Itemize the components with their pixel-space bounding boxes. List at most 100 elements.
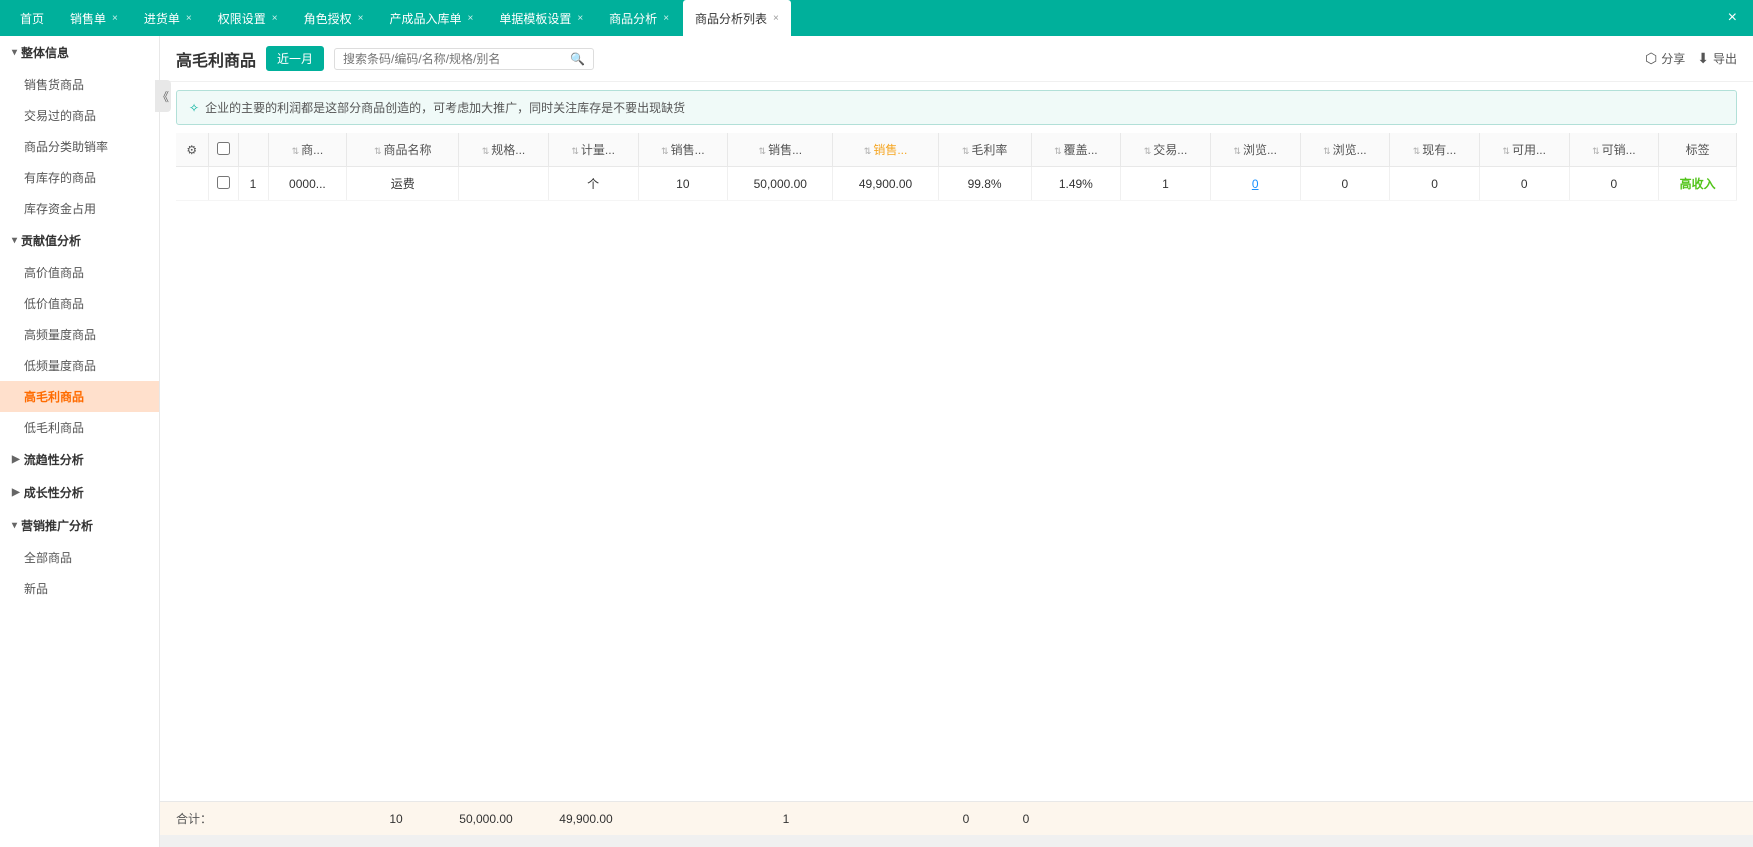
footer-browse1	[816, 812, 876, 826]
top-nav: 首页 销售单 × 进货单 × 权限设置 × 角色授权 × 产成品入库单 × 单据…	[0, 0, 1753, 36]
sidebar-item-low-freq-goods[interactable]: 低频量度商品	[0, 350, 159, 381]
nav-role-permissions[interactable]: 角色授权 ×	[292, 0, 376, 36]
sidebar-item-all-goods[interactable]: 全部商品	[0, 542, 159, 573]
nav-order-template-close[interactable]: ×	[577, 13, 583, 24]
col-sales-amount[interactable]: ⇅销售...	[728, 133, 833, 167]
col-saleable[interactable]: ⇅可销...	[1569, 133, 1659, 167]
nav-sales-order-label: 销售单	[70, 10, 106, 27]
sidebar-group-marketing-analysis[interactable]: ▾ 营销推广分析	[0, 509, 159, 542]
sidebar-group-wealth-analysis[interactable]: ▾ 贡献值分析	[0, 224, 159, 257]
content-area: 高毛利商品 近一月 🔍 ⬡ 分享 ⬇ 导出 ✧ 企业的主要的利润都是这部分商品创…	[160, 36, 1753, 847]
col-available[interactable]: ⇅可用...	[1479, 133, 1569, 167]
sidebar-item-low-margin-goods[interactable]: 低毛利商品	[0, 412, 159, 443]
cell-margin-rate: 99.8%	[938, 167, 1031, 201]
cell-saleable: 0	[1569, 167, 1659, 201]
sidebar-item-high-value-goods[interactable]: 高价值商品	[0, 257, 159, 288]
sort-icon: ⇅	[292, 146, 300, 156]
cell-browse1[interactable]: 0	[1210, 167, 1300, 201]
cell-code: 0000...	[268, 167, 347, 201]
nav-sales-order-close[interactable]: ×	[112, 13, 118, 24]
share-label: 分享	[1661, 50, 1685, 67]
nav-product-analysis-close[interactable]: ×	[663, 13, 669, 24]
nav-home[interactable]: 首页	[8, 0, 56, 36]
sidebar-group-overall-info[interactable]: ▾ 整体信息	[0, 36, 159, 69]
sort-icon: ⇅	[1233, 146, 1241, 156]
nav-permission-settings-label: 权限设置	[218, 10, 266, 27]
collapse-icon: 《	[157, 88, 169, 105]
export-button[interactable]: ⬇ 导出	[1697, 50, 1737, 67]
sort-icon: ⇅	[1054, 146, 1062, 156]
nav-order-template[interactable]: 单据模板设置 ×	[487, 0, 595, 36]
nav-role-permissions-close[interactable]: ×	[358, 13, 364, 24]
arrow-down-icon-2: ▾	[12, 235, 17, 246]
sidebar-item-stock-capital[interactable]: 库存资金占用	[0, 193, 159, 224]
cell-available: 0	[1479, 167, 1569, 201]
sidebar-item-traded-goods[interactable]: 交易过的商品	[0, 100, 159, 131]
nav-product-entry-close[interactable]: ×	[467, 13, 473, 24]
share-button[interactable]: ⬡ 分享	[1645, 50, 1685, 67]
footer-margin-rate	[636, 812, 696, 826]
footer-transaction: 1	[756, 812, 816, 826]
col-unit[interactable]: ⇅计量...	[548, 133, 638, 167]
filter-month-button[interactable]: 近一月	[266, 46, 324, 71]
col-tag: 标签	[1659, 133, 1737, 167]
search-input[interactable]	[343, 52, 564, 66]
sort-icon: ⇅	[1323, 146, 1331, 156]
page-title: 高毛利商品	[176, 47, 256, 71]
col-browse1[interactable]: ⇅浏览...	[1210, 133, 1300, 167]
sort-icon: ⇅	[1502, 146, 1510, 156]
nav-sales-order[interactable]: 销售单 ×	[58, 0, 130, 36]
nav-product-analysis-list-close[interactable]: ×	[773, 13, 779, 24]
sort-icon: ⇅	[482, 146, 490, 156]
nav-product-analysis-list[interactable]: 商品分析列表 ×	[683, 0, 791, 36]
col-transaction[interactable]: ⇅交易...	[1121, 133, 1211, 167]
cell-num: 1	[238, 167, 268, 201]
sidebar-item-in-stock-goods[interactable]: 有库存的商品	[0, 162, 159, 193]
sidebar-item-goods-analysis[interactable]: 商品分类助销率	[0, 131, 159, 162]
col-coverage[interactable]: ⇅覆盖...	[1031, 133, 1121, 167]
col-name[interactable]: ⇅商品名称	[347, 133, 459, 167]
col-browse2[interactable]: ⇅浏览...	[1300, 133, 1390, 167]
table-wrap: ⚙ ⇅商... ⇅商品名称 ⇅规格... ⇅计量... ⇅销售... ⇅销售..…	[160, 133, 1753, 801]
nav-purchase-order[interactable]: 进货单 ×	[132, 0, 204, 36]
horizontal-scrollbar[interactable]	[160, 835, 1753, 847]
search-icon[interactable]: 🔍	[570, 52, 585, 66]
settings-icon[interactable]: ⚙	[186, 143, 197, 157]
nav-purchase-order-close[interactable]: ×	[186, 13, 192, 24]
col-code[interactable]: ⇅商...	[268, 133, 347, 167]
sidebar-group-growth-label: 成长性分析	[24, 484, 84, 501]
select-all-checkbox[interactable]	[217, 142, 230, 155]
cell-settings	[176, 167, 208, 201]
col-spec[interactable]: ⇅规格...	[459, 133, 549, 167]
sidebar-group-growth-analysis[interactable]: ▶ 成长性分析	[0, 476, 159, 509]
sidebar-item-high-freq-goods[interactable]: 高频量度商品	[0, 319, 159, 350]
col-settings[interactable]: ⚙	[176, 133, 208, 167]
cell-spec	[459, 167, 549, 201]
sidebar-group-trend-analysis[interactable]: ▶ 流趋性分析	[0, 443, 159, 476]
footer-sales-qty: 10	[356, 812, 436, 826]
sidebar-item-new-goods[interactable]: 新品	[0, 573, 159, 604]
sidebar-item-sales-goods[interactable]: 销售货商品	[0, 69, 159, 100]
col-margin-rate[interactable]: ⇅毛利率	[938, 133, 1031, 167]
nav-role-permissions-label: 角色授权	[304, 10, 352, 27]
sidebar-collapse-button[interactable]: 《	[155, 80, 171, 112]
nav-product-analysis-label: 商品分析	[609, 10, 657, 27]
col-sales-qty[interactable]: ⇅销售...	[638, 133, 728, 167]
table-footer: 合计： 10 50,000.00 49,900.00 1 0 0	[160, 801, 1753, 835]
row-checkbox[interactable]	[217, 176, 230, 189]
sidebar-group-trend-label: 流趋性分析	[24, 451, 84, 468]
nav-permission-settings[interactable]: 权限设置 ×	[206, 0, 290, 36]
arrow-down-icon-3: ▾	[12, 520, 17, 531]
window-close-button[interactable]: ×	[1720, 5, 1745, 31]
nav-product-entry-label: 产成品入库单	[389, 10, 461, 27]
col-current-stock[interactable]: ⇅现有...	[1390, 133, 1480, 167]
nav-product-analysis[interactable]: 商品分析 ×	[597, 0, 681, 36]
footer-sales-cost: 49,900.00	[536, 812, 636, 826]
cell-sales-amount: 50,000.00	[728, 167, 833, 201]
nav-product-entry[interactable]: 产成品入库单 ×	[377, 0, 485, 36]
export-icon: ⬇	[1697, 50, 1709, 67]
sidebar-item-low-value-goods[interactable]: 低价值商品	[0, 288, 159, 319]
col-sales-cost[interactable]: ⇅销售...	[833, 133, 938, 167]
sidebar-item-high-margin-goods[interactable]: 高毛利商品	[0, 381, 159, 412]
nav-permission-settings-close[interactable]: ×	[272, 13, 278, 24]
